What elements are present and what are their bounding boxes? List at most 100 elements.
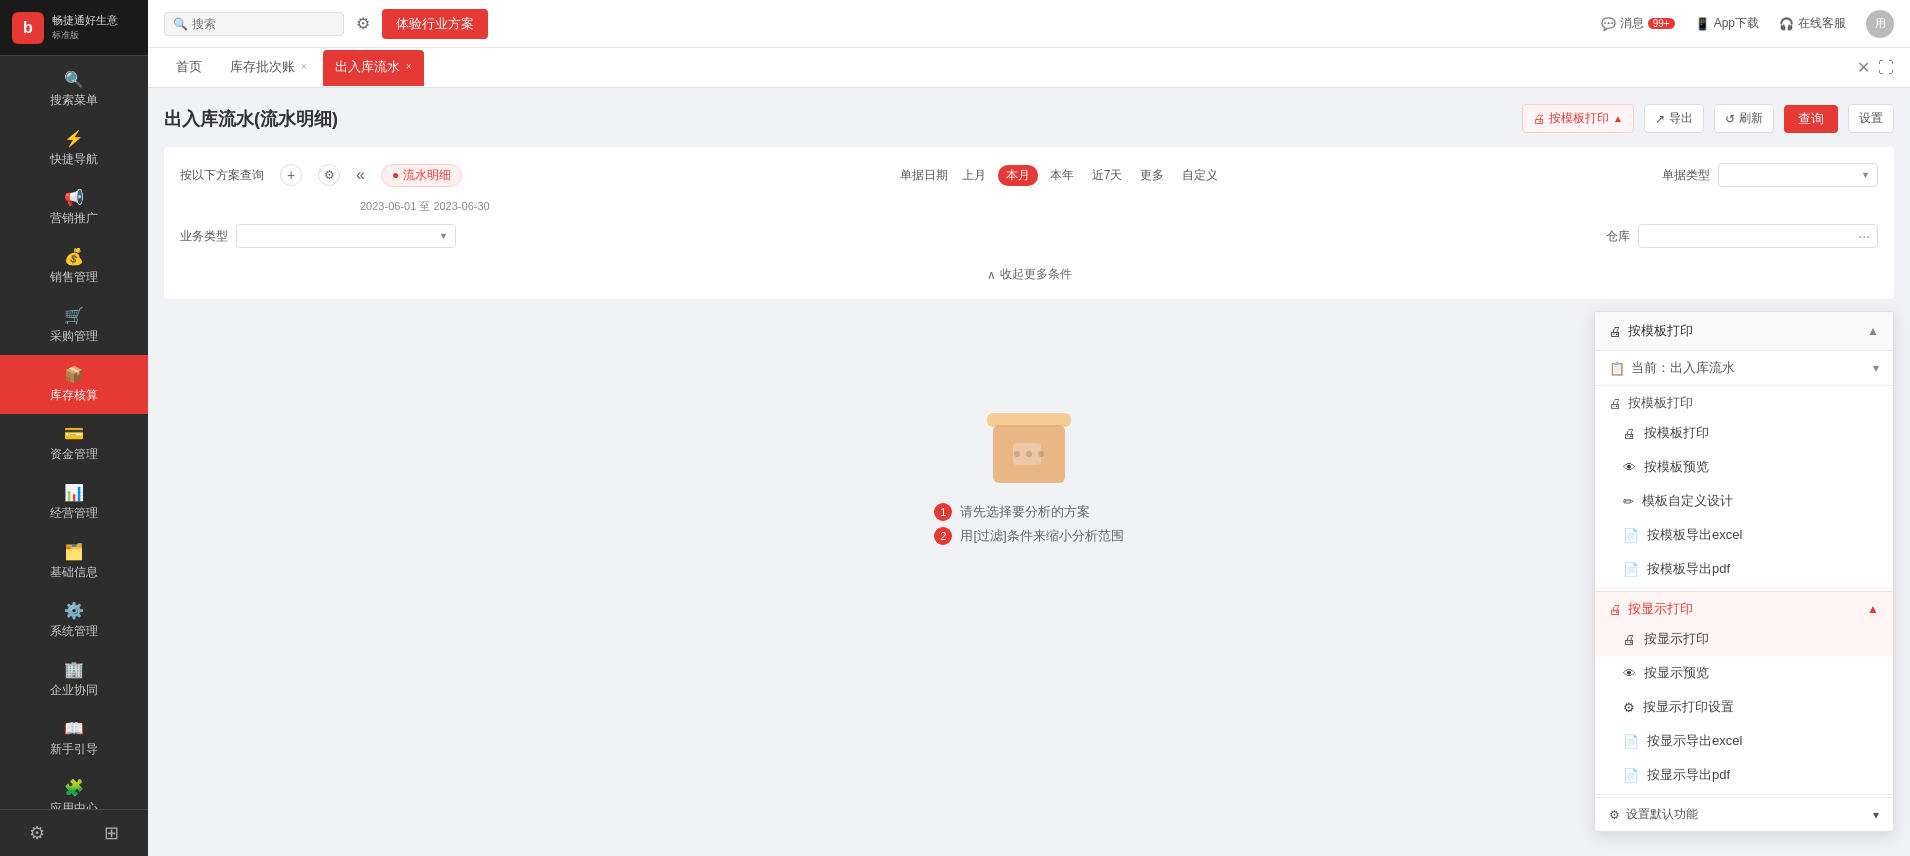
date-range-display: 2023-06-01 至 2023-06-30 xyxy=(360,199,490,214)
tab-batch-close[interactable]: × xyxy=(301,61,307,72)
sidebar-item-enterprise[interactable]: 🏢 企业协同 xyxy=(0,650,148,709)
sidebar-item-operation[interactable]: 📊 经营管理 xyxy=(0,473,148,532)
warehouse-filter: 仓库 ··· xyxy=(1606,224,1878,248)
sidebar-item-quick-nav[interactable]: ⚡ 快捷导航 xyxy=(0,119,148,178)
sidebar-item-basic[interactable]: 🗂️ 基础信息 xyxy=(0,532,148,591)
display-print-section: 🖨 按显示打印 ▲ 🖨 按显示打印 👁 按显示预览 xyxy=(1595,591,1893,792)
app-download-label: App下载 xyxy=(1714,15,1759,32)
filter-config-btn[interactable]: ⚙ xyxy=(318,164,340,186)
export-btn[interactable]: ↗ 导出 xyxy=(1644,104,1704,133)
sidebar-item-system[interactable]: ⚙️ 系统管理 xyxy=(0,591,148,650)
sidebar-item-sales[interactable]: 💰 销售管理 xyxy=(0,237,148,296)
svg-rect-0 xyxy=(987,413,1071,427)
dropdown-header[interactable]: 🖨 按模板打印 ▲ xyxy=(1595,312,1893,351)
app-logo-icon: b xyxy=(12,12,44,44)
sidebar-item-purchase[interactable]: 🛒 采购管理 xyxy=(0,296,148,355)
message-btn[interactable]: 💬 消息 99+ xyxy=(1601,15,1675,32)
warehouse-input-wrap: ··· xyxy=(1638,224,1878,248)
sidebar-footer: ⚙ ⊞ xyxy=(0,809,148,856)
template-export-pdf-item[interactable]: 📄 按模板导出pdf xyxy=(1595,552,1893,586)
display-export-pdf-item[interactable]: 📄 按显示导出pdf xyxy=(1595,758,1893,792)
voucher-type-label: 单据类型 xyxy=(1662,167,1710,184)
warehouse-input[interactable] xyxy=(1638,224,1878,248)
sidebar-settings-btn[interactable]: ⚙ xyxy=(29,822,45,844)
current-template-row[interactable]: 📋 当前：出入库流水 ▾ xyxy=(1595,351,1893,386)
template-preview-item[interactable]: 👁 按模板预览 xyxy=(1595,450,1893,484)
template-print-item[interactable]: 🖨 按模板打印 xyxy=(1595,416,1893,450)
step-1-text: 请先选择要分析的方案 xyxy=(960,503,1090,521)
tab-expand-btn[interactable]: ⛶ xyxy=(1878,59,1894,77)
tab-batch-label: 库存批次账 xyxy=(230,58,295,76)
tab-flow[interactable]: 出入库流水 × xyxy=(323,50,424,86)
section-divider xyxy=(1595,588,1893,589)
inventory-icon: 📦 xyxy=(64,365,84,384)
user-avatar[interactable]: 用 xyxy=(1866,10,1894,38)
message-label: 消息 xyxy=(1620,15,1644,32)
sidebar: b 畅捷通好生意 标准版 🔍 搜索菜单 ⚡ 快捷导航 📢 营销推广 💰 销售管理… xyxy=(0,0,148,856)
chip-icon: ● xyxy=(392,168,399,182)
current-template-arrow: ▾ xyxy=(1873,361,1879,375)
sidebar-expand-btn[interactable]: ⊞ xyxy=(104,822,119,844)
tp-print-label: 按模板打印 xyxy=(1644,424,1709,442)
settings-btn[interactable]: 设置 xyxy=(1848,104,1894,133)
footer-divider xyxy=(1595,794,1893,795)
business-type-select[interactable] xyxy=(236,224,456,248)
template-custom-item[interactable]: ✏ 模板自定义设计 xyxy=(1595,484,1893,518)
settings-default-icon: ⚙ xyxy=(1609,808,1620,822)
tp-preview-label: 按模板预览 xyxy=(1644,458,1709,476)
preset-this-month[interactable]: 本月 xyxy=(998,165,1038,186)
app-download-btn[interactable]: 📱 App下载 xyxy=(1695,15,1759,32)
tab-flow-label: 出入库流水 xyxy=(335,58,400,76)
sidebar-item-guide[interactable]: 📖 新手引导 xyxy=(0,709,148,768)
tab-home-label: 首页 xyxy=(176,58,202,76)
empty-step-1: 1 请先选择要分析的方案 xyxy=(934,503,1123,521)
trial-btn[interactable]: 体验行业方案 xyxy=(382,9,488,39)
preset-more[interactable]: 更多 xyxy=(1134,165,1170,186)
export-icon: ↗ xyxy=(1655,112,1665,126)
add-icon: + xyxy=(287,167,295,183)
sidebar-item-label: 采购管理 xyxy=(50,328,98,345)
tab-flow-close[interactable]: × xyxy=(406,61,412,72)
preset-7days[interactable]: 近7天 xyxy=(1086,165,1129,186)
print-template-btn[interactable]: 🖨 按模板打印 ▲ xyxy=(1522,104,1634,133)
system-icon: ⚙️ xyxy=(64,601,84,620)
message-icon: 💬 xyxy=(1601,17,1616,31)
svg-point-3 xyxy=(1014,451,1020,457)
filter-add-btn[interactable]: + xyxy=(280,164,302,186)
display-preview-item[interactable]: 👁 按显示预览 xyxy=(1595,656,1893,690)
active-filter-chip[interactable]: ● 流水明细 xyxy=(381,164,462,187)
search-input[interactable] xyxy=(192,17,322,31)
sidebar-item-search[interactable]: 🔍 搜索菜单 xyxy=(0,60,148,119)
header-settings-icon[interactable]: ⚙ xyxy=(356,14,370,33)
tab-close-window-btn[interactable]: ✕ xyxy=(1857,58,1870,77)
refresh-btn[interactable]: ↺ 刷新 xyxy=(1714,104,1774,133)
query-btn[interactable]: 查询 xyxy=(1784,105,1838,133)
display-print-settings-item[interactable]: ⚙ 按显示打印设置 xyxy=(1595,690,1893,724)
warehouse-more-btn[interactable]: ··· xyxy=(1858,228,1870,244)
voucher-type-select[interactable] xyxy=(1718,163,1878,187)
finance-icon: 💳 xyxy=(64,424,84,443)
display-print-header[interactable]: 🖨 按显示打印 ▲ xyxy=(1595,591,1893,622)
preset-last-month[interactable]: 上月 xyxy=(956,165,992,186)
preset-custom[interactable]: 自定义 xyxy=(1176,165,1224,186)
sidebar-item-label: 搜索菜单 xyxy=(50,92,98,109)
dp-pdf-icon: 📄 xyxy=(1623,768,1639,783)
sidebar-item-label: 快捷导航 xyxy=(50,151,98,168)
template-export-excel-item[interactable]: 📄 按模板导出excel xyxy=(1595,518,1893,552)
tab-batch[interactable]: 库存批次账 × xyxy=(218,50,319,86)
display-export-excel-item[interactable]: 📄 按显示导出excel xyxy=(1595,724,1893,758)
display-print-item[interactable]: 🖨 按显示打印 xyxy=(1595,622,1893,656)
collapse-label: 收起更多条件 xyxy=(1000,266,1072,283)
preset-this-year[interactable]: 本年 xyxy=(1044,165,1080,186)
sidebar-item-inventory[interactable]: 📦 库存核算 xyxy=(0,355,148,414)
online-service-btn[interactable]: 🎧 在线客服 xyxy=(1779,15,1846,32)
sidebar-item-marketing[interactable]: 📢 营销推广 xyxy=(0,178,148,237)
tab-home[interactable]: 首页 xyxy=(164,50,214,86)
dropdown-footer[interactable]: ⚙ 设置默认功能 ▾ xyxy=(1595,797,1893,831)
filter-collapse-left-btn[interactable]: « xyxy=(356,166,365,184)
sidebar-item-label: 应用中心 xyxy=(50,800,98,809)
sidebar-item-app-center[interactable]: 🧩 应用中心 xyxy=(0,768,148,809)
collapse-row[interactable]: ∧ 收起更多条件 xyxy=(180,260,1878,283)
brand-name: 畅捷通好生意 xyxy=(52,13,118,28)
sidebar-item-finance[interactable]: 💳 资金管理 xyxy=(0,414,148,473)
